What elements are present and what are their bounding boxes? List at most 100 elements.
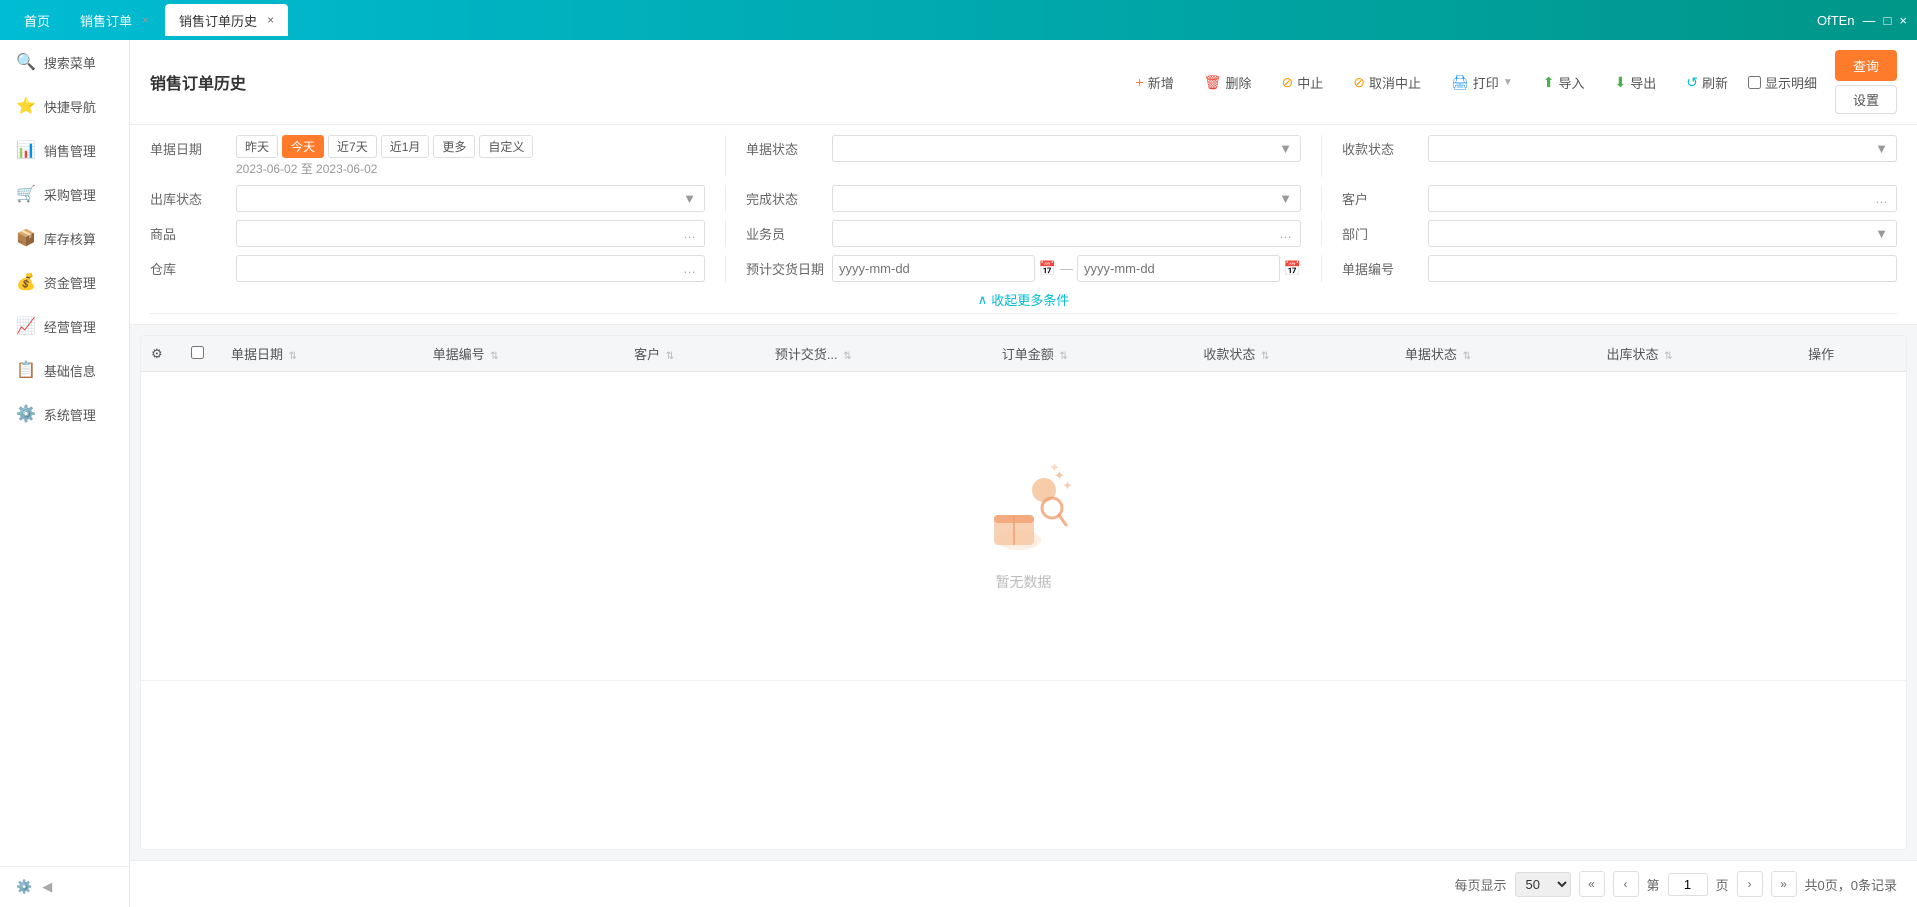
sidebar-item-purchase-mgmt[interactable]: 🛒 采购管理	[0, 172, 129, 216]
delete-btn[interactable]: 🗑 删除	[1194, 68, 1262, 97]
salesperson-dots[interactable]: …	[1279, 226, 1292, 241]
sort-order-no-icon[interactable]: ⇅	[490, 351, 498, 362]
collapse-more-btn[interactable]: ∧ 收起更多条件	[150, 286, 1897, 314]
expected-date-from-cal[interactable]: 📅	[1039, 260, 1056, 277]
tab-home[interactable]: 首页	[10, 4, 64, 36]
new-label: 新增	[1148, 73, 1174, 92]
th-expected-date-label: 预计交货...	[775, 347, 838, 362]
print-label: 打印	[1473, 73, 1499, 92]
page-title: 销售订单历史	[150, 70, 246, 94]
sidebar-settings-icon[interactable]: ⚙️	[16, 879, 32, 895]
tab-sales-order-close[interactable]: ×	[142, 13, 149, 27]
th-expected-date[interactable]: 预计交货... ⇅	[765, 336, 992, 372]
customer-dots[interactable]: …	[1875, 191, 1888, 206]
date-range-text: 2023-06-02 至 2023-06-02	[236, 160, 533, 177]
expected-date-to[interactable]	[1077, 255, 1280, 282]
next-page-btn[interactable]: ›	[1737, 871, 1763, 897]
product-label: 商品	[150, 224, 230, 243]
new-icon: +	[1136, 74, 1144, 90]
expected-date-to-cal[interactable]: 📅	[1284, 260, 1301, 277]
sidebar-collapse-icon[interactable]: ◀	[42, 879, 52, 895]
complete-status-chevron: ▼	[1279, 191, 1292, 206]
warehouse-input[interactable]: …	[236, 255, 705, 282]
content-area: 销售订单历史 + 新增 🗑 删除 ⊘ 中止 ⊘ 取消中止	[130, 40, 1917, 907]
data-table: ⚙ 单据日期 ⇅ 单据编号 ⇅ 客户 ⇅	[141, 336, 1906, 681]
per-page-select[interactable]: 50 100 200	[1515, 872, 1571, 897]
customer-input[interactable]: …	[1428, 185, 1897, 212]
order-status-select[interactable]: ▼	[832, 135, 1301, 162]
refresh-btn[interactable]: ↺ 刷新	[1676, 68, 1738, 97]
order-no-filter-cell: 单据编号	[1342, 255, 1897, 282]
pay-status-select[interactable]: ▼	[1428, 135, 1897, 162]
sidebar-item-operations[interactable]: 📈 经营管理	[0, 304, 129, 348]
th-stock-status[interactable]: 出库状态 ⇅	[1597, 336, 1799, 372]
dept-select[interactable]: ▼	[1428, 220, 1897, 247]
display-toggle-checkbox[interactable]	[1748, 76, 1761, 89]
th-customer[interactable]: 客户 ⇅	[624, 336, 765, 372]
export-btn[interactable]: ⬇ 导出	[1604, 68, 1666, 97]
sidebar-item-sales-mgmt[interactable]: 📊 销售管理	[0, 128, 129, 172]
sidebar-item-search-menu[interactable]: 🔍 搜索菜单	[0, 40, 129, 84]
tab-sales-order-history[interactable]: 销售订单历史 ×	[165, 4, 288, 36]
settings-btn[interactable]: 设置	[1835, 85, 1897, 114]
select-all-checkbox[interactable]	[191, 346, 204, 359]
finance-icon: 💰	[16, 272, 36, 292]
date-btn-yesterday[interactable]: 昨天	[236, 135, 278, 158]
window-maximize-btn[interactable]: □	[1884, 13, 1892, 28]
window-minimize-btn[interactable]: —	[1863, 13, 1876, 28]
sort-pay-status-icon[interactable]: ⇅	[1261, 351, 1269, 362]
expected-date-label: 预计交货日期	[746, 259, 826, 278]
sidebar-item-sys-mgmt[interactable]: ⚙️ 系统管理	[0, 392, 129, 436]
current-page-input[interactable]	[1668, 873, 1708, 896]
complete-status-select[interactable]: ▼	[832, 185, 1301, 212]
order-no-input[interactable]	[1428, 255, 1897, 282]
date-btn-custom[interactable]: 自定义	[479, 135, 533, 158]
stop-btn[interactable]: ⊘ 中止	[1272, 68, 1334, 97]
date-btn-7days[interactable]: 近7天	[328, 135, 377, 158]
product-dots[interactable]: …	[683, 226, 696, 241]
sort-date-icon[interactable]: ⇅	[289, 351, 297, 362]
date-btn-1month[interactable]: 近1月	[381, 135, 430, 158]
sort-stock-status-icon[interactable]: ⇅	[1664, 351, 1672, 362]
sidebar-label-search-menu: 搜索菜单	[44, 53, 96, 72]
expected-date-from[interactable]	[832, 255, 1035, 282]
new-btn[interactable]: + 新增	[1126, 68, 1184, 97]
tab-sales-order-history-close[interactable]: ×	[267, 13, 274, 27]
cancel-stop-btn[interactable]: ⊘ 取消中止	[1343, 68, 1431, 97]
tab-sales-order[interactable]: 销售订单 ×	[66, 4, 163, 36]
sidebar-item-quick-nav[interactable]: ⭐ 快捷导航	[0, 84, 129, 128]
th-order-status[interactable]: 单据状态 ⇅	[1395, 336, 1597, 372]
th-order-no[interactable]: 单据编号 ⇅	[423, 336, 625, 372]
display-toggle[interactable]: 显示明细	[1748, 73, 1817, 92]
date-btn-more[interactable]: 更多	[433, 135, 475, 158]
query-btn[interactable]: 查询	[1835, 50, 1897, 81]
th-operations-label: 操作	[1808, 347, 1834, 362]
warehouse-dots[interactable]: …	[683, 261, 696, 276]
stock-out-select[interactable]: ▼	[236, 185, 705, 212]
date-btn-today[interactable]: 今天	[282, 135, 324, 158]
sidebar-item-basic-info[interactable]: 📋 基础信息	[0, 348, 129, 392]
prev-page-btn[interactable]: ‹	[1613, 871, 1639, 897]
th-settings[interactable]: ⚙	[141, 336, 181, 372]
th-date[interactable]: 单据日期 ⇅	[221, 336, 423, 372]
sort-customer-icon[interactable]: ⇅	[666, 351, 674, 362]
th-amount[interactable]: 订单金额 ⇅	[992, 336, 1194, 372]
last-page-btn[interactable]: »	[1771, 871, 1797, 897]
tab-home-label: 首页	[24, 11, 50, 30]
first-page-btn[interactable]: «	[1579, 871, 1605, 897]
sort-order-status-icon[interactable]: ⇅	[1463, 351, 1471, 362]
product-input[interactable]: …	[236, 220, 705, 247]
th-pay-status[interactable]: 收款状态 ⇅	[1193, 336, 1395, 372]
date-filter-cell: 单据日期 昨天 今天 近7天 近1月 更多 自定义 2023-06-02 至 2…	[150, 135, 705, 177]
th-checkbox[interactable]	[181, 336, 221, 372]
window-close-btn[interactable]: ×	[1899, 13, 1907, 28]
app-brand-label: OfTEn	[1817, 13, 1855, 28]
sidebar-item-inventory[interactable]: 📦 库存核算	[0, 216, 129, 260]
sidebar-item-finance[interactable]: 💰 资金管理	[0, 260, 129, 304]
sort-expected-date-icon[interactable]: ⇅	[843, 351, 851, 362]
import-btn[interactable]: ⬆ 导入	[1533, 68, 1595, 97]
print-btn[interactable]: 🖨 打印 ▼	[1441, 68, 1523, 97]
sort-amount-icon[interactable]: ⇅	[1059, 351, 1067, 362]
th-date-label: 单据日期	[231, 347, 283, 362]
salesperson-input[interactable]: …	[832, 220, 1301, 247]
